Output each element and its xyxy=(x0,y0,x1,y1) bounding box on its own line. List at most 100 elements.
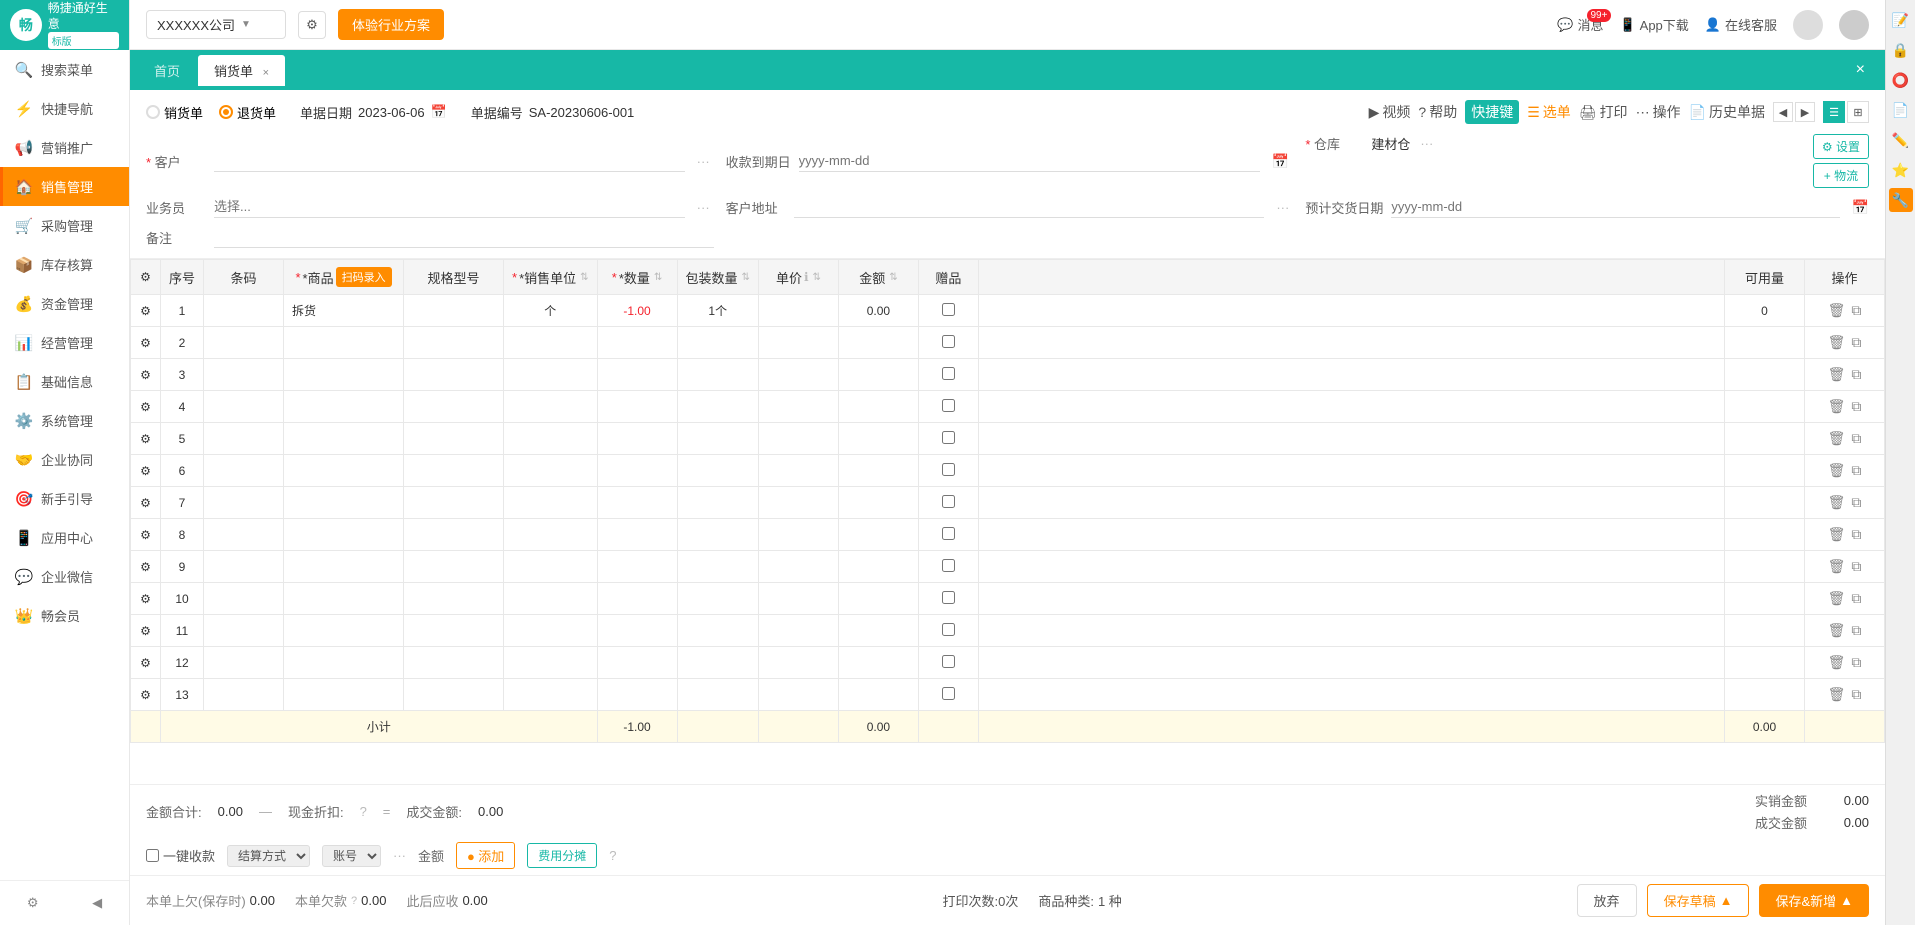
row-qty[interactable] xyxy=(597,551,677,583)
row-config[interactable]: ⚙ xyxy=(131,327,161,359)
row-gift[interactable] xyxy=(918,327,978,359)
row-copy-icon[interactable]: ⧉ xyxy=(1851,430,1861,447)
tab-home[interactable]: 首页 xyxy=(138,55,196,86)
row-product[interactable] xyxy=(284,455,404,487)
sidebar-item-apps[interactable]: 📱 应用中心 xyxy=(0,518,129,557)
due-date-calendar-icon[interactable]: 📅 xyxy=(1272,153,1289,170)
date-value[interactable]: 2023-06-06 xyxy=(358,105,425,120)
row-product[interactable] xyxy=(284,647,404,679)
right-panel-edit[interactable]: ✏️ xyxy=(1889,128,1913,152)
sidebar-item-system[interactable]: ⚙️ 系统管理 xyxy=(0,401,129,440)
customer-addr-input[interactable] xyxy=(794,196,1265,218)
sidebar-item-quicknav[interactable]: ⚡ 快捷导航 xyxy=(0,89,129,128)
row-barcode[interactable] xyxy=(204,519,284,551)
row-config[interactable]: ⚙ xyxy=(131,615,161,647)
row-copy-icon[interactable]: ⧉ xyxy=(1851,334,1861,351)
sidebar-item-sales[interactable]: 🏠 销售管理 xyxy=(0,167,129,206)
row-spec[interactable] xyxy=(404,519,504,551)
row-config[interactable]: ⚙ xyxy=(131,487,161,519)
th-config[interactable]: ⚙ xyxy=(131,260,161,295)
row-copy-icon[interactable]: ⧉ xyxy=(1851,398,1861,415)
row-spec[interactable] xyxy=(404,455,504,487)
sidebar-item-member[interactable]: 👑 畅会员 xyxy=(0,596,129,635)
row-spec[interactable] xyxy=(404,551,504,583)
row-qty[interactable] xyxy=(597,455,677,487)
row-config[interactable]: ⚙ xyxy=(131,423,161,455)
row-copy-icon[interactable]: ⧉ xyxy=(1851,622,1861,639)
settlement-select[interactable]: 结算方式 xyxy=(227,845,310,867)
trial-button[interactable]: 体验行业方案 xyxy=(338,9,444,40)
app-download-button[interactable]: 📱 App下载 xyxy=(1619,15,1688,34)
view-list[interactable]: ☰ xyxy=(1823,101,1845,123)
radio-sales-order[interactable]: 销货单 xyxy=(146,103,203,122)
row-qty[interactable] xyxy=(597,679,677,711)
sidebar-item-finance[interactable]: 💰 资金管理 xyxy=(0,284,129,323)
row-price[interactable] xyxy=(758,391,838,423)
calendar-icon[interactable]: 📅 xyxy=(431,104,447,120)
message-button[interactable]: 💬 消息 99+ xyxy=(1557,15,1603,34)
customer-input[interactable] xyxy=(214,150,685,172)
owing-help-icon[interactable]: ? xyxy=(351,895,357,907)
user-avatar2[interactable] xyxy=(1839,10,1869,40)
salesman-dots[interactable]: ··· xyxy=(697,200,710,215)
tab-sales-order[interactable]: 销货单 × xyxy=(198,55,285,86)
row-price[interactable] xyxy=(758,295,838,327)
row-product[interactable] xyxy=(284,327,404,359)
sidebar-item-inventory[interactable]: 📦 库存核算 xyxy=(0,245,129,284)
row-barcode[interactable] xyxy=(204,423,284,455)
row-delete-icon[interactable]: 🗑 xyxy=(1828,334,1846,351)
expense-help-icon[interactable]: ? xyxy=(609,848,616,863)
row-copy-icon[interactable]: ⧉ xyxy=(1851,590,1861,607)
row-copy-icon[interactable]: ⧉ xyxy=(1851,462,1861,479)
add-button[interactable]: ● 添加 xyxy=(456,842,515,869)
row-qty[interactable] xyxy=(597,583,677,615)
save-new-button[interactable]: 保存&新增 ▲ xyxy=(1759,884,1869,917)
remarks-input[interactable] xyxy=(214,226,714,248)
row-delete-icon[interactable]: 🗑 xyxy=(1828,302,1846,319)
row-barcode[interactable] xyxy=(204,455,284,487)
row-copy-icon[interactable]: ⧉ xyxy=(1851,366,1861,383)
row-spec[interactable] xyxy=(404,295,504,327)
history-button[interactable]: 📄 历史单据 xyxy=(1689,102,1765,122)
row-qty[interactable] xyxy=(597,487,677,519)
scan-button[interactable]: 扫码录入 xyxy=(336,267,392,287)
right-panel-lock[interactable]: 🔒 xyxy=(1889,38,1913,62)
expense-split-button[interactable]: 费用分摊 xyxy=(527,843,597,868)
sidebar-settings-btn[interactable]: ⚙ xyxy=(21,889,45,917)
row-price[interactable] xyxy=(758,679,838,711)
view-grid[interactable]: ⊞ xyxy=(1847,101,1869,123)
row-gift[interactable] xyxy=(918,359,978,391)
sidebar-item-basic[interactable]: 📋 基础信息 xyxy=(0,362,129,401)
shortcut-button[interactable]: 快捷键 xyxy=(1465,100,1519,124)
nav-prev[interactable]: ◀ xyxy=(1773,102,1793,122)
row-delete-icon[interactable]: 🗑 xyxy=(1828,398,1846,415)
warehouse-dots[interactable]: ··· xyxy=(1420,136,1433,151)
sidebar-collapse-btn[interactable]: ◀ xyxy=(86,889,108,917)
row-product[interactable] xyxy=(284,551,404,583)
row-config[interactable]: ⚙ xyxy=(131,391,161,423)
row-price[interactable] xyxy=(758,519,838,551)
row-spec[interactable] xyxy=(404,615,504,647)
right-panel-circle[interactable]: ⭕ xyxy=(1889,68,1913,92)
row-price[interactable] xyxy=(758,327,838,359)
operation-button[interactable]: ⋯ 操作 xyxy=(1636,102,1681,122)
header-gear-button[interactable]: ⚙ xyxy=(298,11,326,39)
company-selector[interactable]: XXXXXX公司 ▼ xyxy=(146,10,286,39)
row-config[interactable]: ⚙ xyxy=(131,359,161,391)
row-price[interactable] xyxy=(758,359,838,391)
sidebar-item-guide[interactable]: 🎯 新手引导 xyxy=(0,479,129,518)
sidebar-item-search[interactable]: 🔍 搜索菜单 xyxy=(0,50,129,89)
row-gift[interactable] xyxy=(918,295,978,327)
row-delete-icon[interactable]: 🗑 xyxy=(1828,366,1846,383)
right-panel-star[interactable]: ⭐ xyxy=(1889,158,1913,182)
row-product[interactable] xyxy=(284,423,404,455)
row-price[interactable] xyxy=(758,423,838,455)
row-config[interactable]: ⚙ xyxy=(131,455,161,487)
abandon-button[interactable]: 放弃 xyxy=(1577,884,1637,917)
row-config[interactable]: ⚙ xyxy=(131,519,161,551)
customer-dots[interactable]: ··· xyxy=(697,154,710,169)
row-delete-icon[interactable]: 🗑 xyxy=(1828,494,1846,511)
row-barcode[interactable] xyxy=(204,327,284,359)
sidebar-item-collab[interactable]: 🤝 企业协同 xyxy=(0,440,129,479)
video-button[interactable]: ▶ 视频 xyxy=(1369,102,1411,122)
